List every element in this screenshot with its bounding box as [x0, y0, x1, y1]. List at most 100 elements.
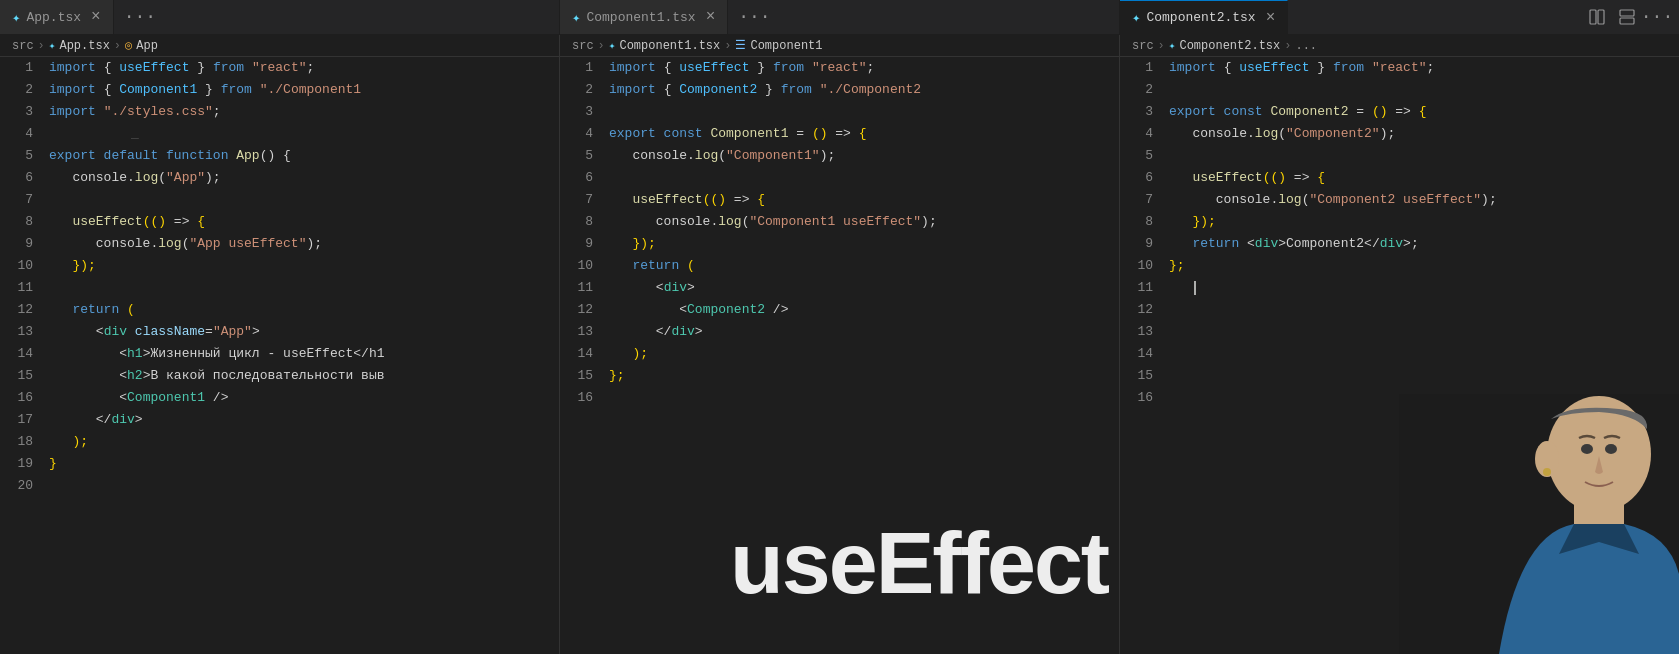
- line-9-pane2: 9 });: [560, 233, 1119, 255]
- react-bc-icon-2: ✦: [609, 39, 616, 52]
- react-file-icon-2: ✦: [572, 9, 580, 26]
- line-3-pane1: 3 import "./styles.css"; _: [0, 101, 559, 123]
- line-16-pane2: 16: [560, 387, 1119, 409]
- editor-pane-3[interactable]: 1 import { useEffect } from "react"; 2 3…: [1120, 57, 1679, 654]
- svg-rect-3: [1620, 18, 1634, 24]
- line-6-pane2: 6: [560, 167, 1119, 189]
- line-7-pane2: 7 useEffect(() => {: [560, 189, 1119, 211]
- react-file-icon-3: ✦: [1132, 9, 1140, 26]
- code-area-1[interactable]: 1 import { useEffect } from "react"; 2 i…: [0, 57, 559, 654]
- line-8-pane3: 8 });: [1120, 211, 1679, 233]
- line-5-pane2: 5 console.log("Component1");: [560, 145, 1119, 167]
- breadcrumb-bar: src › ✦ App.tsx › ◎ App src › ✦ Componen…: [0, 35, 1679, 57]
- breadcrumb-symbol-icon-2: ☰: [735, 38, 746, 53]
- line-1-pane1: 1 import { useEffect } from "react";: [0, 57, 559, 79]
- react-bc-icon-3: ✦: [1169, 39, 1176, 52]
- line-3-pane3: 3 export const Component2 = () => {: [1120, 101, 1679, 123]
- line-6-pane1: 6 console.log("App");: [0, 167, 559, 189]
- tab-group-1: ✦ App.tsx × ···: [0, 0, 560, 34]
- svg-rect-0: [1590, 10, 1596, 24]
- line-4-pane3: 4 console.log("Component2");: [1120, 123, 1679, 145]
- editors-container: 1 import { useEffect } from "react"; 2 i…: [0, 57, 1679, 654]
- breadcrumb-symbol-1: App: [136, 39, 158, 53]
- line-2-pane3: 2: [1120, 79, 1679, 101]
- line-12-pane2: 12 <Component2 />: [560, 299, 1119, 321]
- breadcrumb-src-2: src: [572, 39, 594, 53]
- tab-component1-tsx[interactable]: ✦ Component1.tsx ×: [560, 0, 728, 34]
- line-12-pane3: 12: [1120, 299, 1679, 321]
- person-image: [1399, 394, 1679, 654]
- breadcrumb-pane2: src › ✦ Component1.tsx › ☰ Component1: [560, 35, 1120, 56]
- editor-pane-1[interactable]: 1 import { useEffect } from "react"; 2 i…: [0, 57, 560, 654]
- split-editor-right-button[interactable]: [1583, 3, 1611, 31]
- more-actions-button[interactable]: ···: [1643, 3, 1671, 31]
- tab-close-icon-3[interactable]: ×: [1266, 10, 1276, 26]
- line-5-pane1: 5 export default function App() {: [0, 145, 559, 167]
- svg-point-7: [1581, 444, 1593, 454]
- line-5-pane3: 5: [1120, 145, 1679, 167]
- line-16-pane1: 16 <Component1 />: [0, 387, 559, 409]
- tab-close-icon-2[interactable]: ×: [706, 9, 716, 25]
- breadcrumb-src-3: src: [1132, 39, 1154, 53]
- line-11-pane2: 11 <div>: [560, 277, 1119, 299]
- breadcrumb-pane3: src › ✦ Component2.tsx › ...: [1120, 35, 1679, 56]
- tab-label: App.tsx: [26, 10, 81, 25]
- breadcrumb-pane1: src › ✦ App.tsx › ◎ App: [0, 35, 560, 56]
- editor-wrapper-1: 1 import { useEffect } from "react"; 2 i…: [0, 57, 559, 654]
- line-15-pane1: 15 <h2>В какой последовательности выв: [0, 365, 559, 387]
- line-4-pane2: 4 export const Component1 = () => {: [560, 123, 1119, 145]
- editor-actions: ···: [1575, 3, 1679, 31]
- react-file-icon: ✦: [12, 9, 20, 26]
- tab-more-btn-1[interactable]: ···: [114, 7, 166, 27]
- line-19-pane1: 19 }: [0, 453, 559, 475]
- line-1-pane2: 1 import { useEffect } from "react";: [560, 57, 1119, 79]
- breadcrumb-file-1: App.tsx: [59, 39, 109, 53]
- line-1-pane3: 1 import { useEffect } from "react";: [1120, 57, 1679, 79]
- line-11-pane1: 11: [0, 277, 559, 299]
- tab-component2-tsx[interactable]: ✦ Component2.tsx ×: [1120, 0, 1288, 34]
- line-12-pane1: 12 return (: [0, 299, 559, 321]
- editor-pane-2[interactable]: 1 import { useEffect } from "react"; 2 i…: [560, 57, 1120, 654]
- svg-point-8: [1605, 444, 1617, 454]
- line-13-pane1: 13 <div className="App">: [0, 321, 559, 343]
- line-9-pane1: 9 console.log("App useEffect");: [0, 233, 559, 255]
- breadcrumb-src-1: src: [12, 39, 34, 53]
- code-area-2[interactable]: 1 import { useEffect } from "react"; 2 i…: [560, 57, 1119, 654]
- tab-app-tsx[interactable]: ✦ App.tsx ×: [0, 0, 114, 34]
- editor-wrapper-2: 1 import { useEffect } from "react"; 2 i…: [560, 57, 1119, 654]
- line-14-pane2: 14 );: [560, 343, 1119, 365]
- line-10-pane1: 10 });: [0, 255, 559, 277]
- line-14-pane1: 14 <h1>Жизненный цикл - useEffect</h1: [0, 343, 559, 365]
- line-2-pane2: 2 import { Component2 } from "./Componen…: [560, 79, 1119, 101]
- tab-close-icon[interactable]: ×: [91, 9, 101, 25]
- line-10-pane2: 10 return (: [560, 255, 1119, 277]
- line-7-pane1: 7: [0, 189, 559, 211]
- split-editor-down-button[interactable]: [1613, 3, 1641, 31]
- line-14-pane3: 14: [1120, 343, 1679, 365]
- useeffect-watermark: useEffect: [730, 512, 1108, 614]
- tab-label-2: Component1.tsx: [586, 10, 695, 25]
- svg-rect-2: [1620, 10, 1634, 16]
- line-6-pane3: 6 useEffect(() => {: [1120, 167, 1679, 189]
- breadcrumb-file-3: Component2.tsx: [1179, 39, 1280, 53]
- line-17-pane1: 17 </div>: [0, 409, 559, 431]
- line-13-pane2: 13 </div>: [560, 321, 1119, 343]
- line-15-pane3: 15: [1120, 365, 1679, 387]
- tab-bar: ✦ App.tsx × ··· ✦ Component1.tsx × ··· ✦…: [0, 0, 1679, 35]
- line-20-pane1: 20: [0, 475, 559, 497]
- svg-point-10: [1543, 468, 1551, 476]
- line-11-pane3: 11: [1120, 277, 1679, 299]
- line-18-pane1: 18 );: [0, 431, 559, 453]
- tab-group-3: ✦ Component2.tsx × ···: [1120, 0, 1679, 34]
- line-3-pane2: 3: [560, 101, 1119, 123]
- line-9-pane3: 9 return <div>Component2</div>;: [1120, 233, 1679, 255]
- tab-group-2: ✦ Component1.tsx × ···: [560, 0, 1120, 34]
- line-8-pane1: 8 useEffect(() => {: [0, 211, 559, 233]
- breadcrumb-more: ...: [1295, 39, 1317, 53]
- line-7-pane3: 7 console.log("Component2 useEffect");: [1120, 189, 1679, 211]
- tab-label-3: Component2.tsx: [1146, 10, 1255, 25]
- react-bc-icon-1: ✦: [49, 39, 56, 52]
- line-13-pane3: 13: [1120, 321, 1679, 343]
- tab-more-btn-2[interactable]: ···: [728, 7, 780, 27]
- breadcrumb-symbol-icon-1: ◎: [125, 38, 132, 53]
